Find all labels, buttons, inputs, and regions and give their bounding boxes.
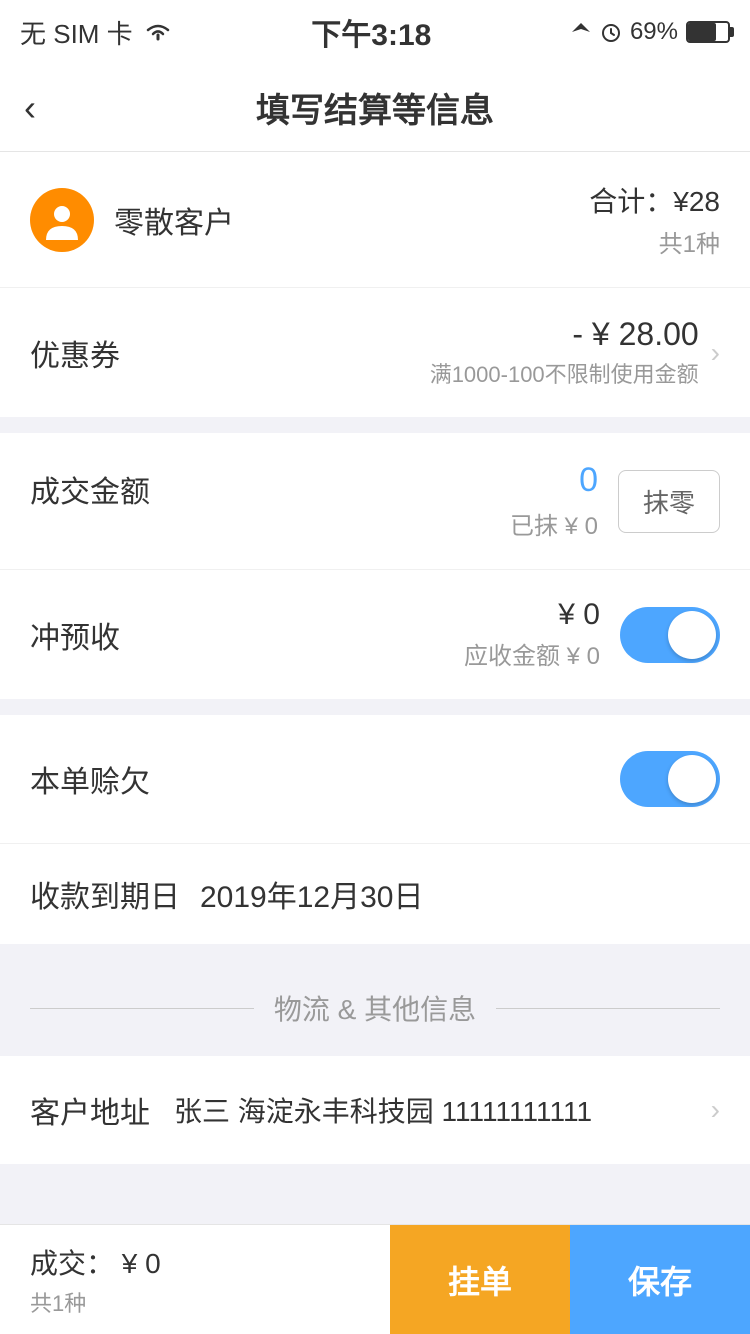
coupon-label: 优惠券: [30, 331, 120, 375]
prepay-row: 冲预收 ¥ 0 应收金额 ¥ 0: [0, 570, 750, 699]
deal-amount-label: 成交金额: [30, 461, 150, 511]
credit-section: 本单赊欠 收款到期日 2019年12月30日: [0, 715, 750, 944]
coupon-right: - ¥ 28.00 满1000-100不限制使用金额 ›: [430, 316, 720, 389]
prepay-label: 冲预收: [30, 613, 120, 657]
customer-section: 零散客户 合计：¥28 共1种 优惠券 - ¥ 28.00 满1000-100不…: [0, 152, 750, 417]
logistics-line-left: [30, 1008, 254, 1009]
status-right: 69%: [570, 18, 730, 46]
customer-row: 零散客户 合计：¥28 共1种: [0, 152, 750, 287]
page-title: 填写结算等信息: [256, 83, 494, 132]
credit-toggle-knob: [668, 755, 716, 803]
address-label: 客户地址: [30, 1088, 150, 1132]
deal-wiped-label: 已抹 ¥ 0: [510, 506, 598, 541]
status-bar: 无 SIM 卡 下午3:18 69%: [0, 0, 750, 64]
deal-right: 0 已抹 ¥ 0 抹零: [510, 461, 720, 541]
customer-left: 零散客户: [30, 188, 234, 252]
hold-button[interactable]: 挂单: [390, 1225, 570, 1334]
alarm-icon: [600, 21, 622, 43]
customer-total: 合计：¥28: [589, 180, 720, 220]
deal-section: 成交金额 0 已抹 ¥ 0 抹零 冲预收 ¥ 0 应收金额 ¥ 0: [0, 433, 750, 699]
bottom-deal-label: 成交： ¥ 0: [30, 1242, 360, 1282]
prepay-receivable-label: 应收金额 ¥ 0: [464, 636, 600, 671]
toggle-knob: [668, 611, 716, 659]
due-date-row: 收款到期日 2019年12月30日: [0, 843, 750, 944]
prepay-amount-block: ¥ 0 应收金额 ¥ 0: [464, 598, 600, 671]
battery-percent: 69%: [630, 18, 678, 46]
address-chevron-icon: ›: [711, 1094, 720, 1126]
deal-amount-block: 0 已抹 ¥ 0: [510, 461, 598, 541]
coupon-row[interactable]: 优惠券 - ¥ 28.00 满1000-100不限制使用金额 ›: [0, 287, 750, 417]
prepay-right: ¥ 0 应收金额 ¥ 0: [464, 598, 720, 671]
prepay-amount-value: ¥ 0: [464, 598, 600, 632]
customer-name: 零散客户: [114, 198, 234, 242]
coupon-description: 满1000-100不限制使用金额: [430, 357, 699, 389]
location-icon: [570, 21, 592, 43]
coupon-right-text: - ¥ 28.00 满1000-100不限制使用金额: [430, 316, 699, 389]
bottom-summary: 成交： ¥ 0 共1种: [0, 1242, 390, 1318]
nav-bar: ‹ 填写结算等信息: [0, 64, 750, 152]
coupon-chevron-icon: ›: [711, 337, 720, 369]
credit-label: 本单赊欠: [30, 757, 150, 801]
credit-row: 本单赊欠: [0, 715, 750, 843]
logistics-section: 物流 & 其他信息: [0, 960, 750, 1056]
bottom-count-label: 共1种: [30, 1286, 360, 1318]
deal-amount-row: 成交金额 0 已抹 ¥ 0 抹零: [0, 433, 750, 570]
logistics-text: 物流 & 其他信息: [274, 988, 476, 1028]
coupon-discount: - ¥ 28.00: [430, 316, 699, 353]
credit-toggle[interactable]: [620, 751, 720, 807]
bottom-bar: 成交： ¥ 0 共1种 挂单 保存: [0, 1224, 750, 1334]
customer-avatar: [30, 188, 94, 252]
signal-text: 无 SIM 卡: [20, 14, 133, 51]
due-date-label: 收款到期日: [30, 872, 180, 916]
customer-count: 共1种: [589, 224, 720, 259]
prepay-toggle[interactable]: [620, 607, 720, 663]
round-zero-button[interactable]: 抹零: [618, 470, 720, 533]
logistics-line-right: [496, 1008, 720, 1009]
customer-right: 合计：¥28 共1种: [589, 180, 720, 259]
address-row[interactable]: 客户地址 张三 海淀永丰科技园 11111111111 ›: [0, 1056, 750, 1164]
address-value: 张三 海淀永丰科技园 11111111111: [174, 1090, 711, 1130]
due-date-value[interactable]: 2019年12月30日: [200, 872, 423, 916]
status-left: 无 SIM 卡: [20, 14, 173, 51]
back-button[interactable]: ‹: [24, 87, 36, 129]
address-section: 客户地址 张三 海淀永丰科技园 11111111111 ›: [0, 1056, 750, 1164]
battery-icon: [686, 21, 730, 43]
status-time: 下午3:18: [311, 10, 431, 54]
wifi-icon: [143, 21, 173, 43]
save-button[interactable]: 保存: [570, 1225, 750, 1334]
deal-amount-value[interactable]: 0: [510, 461, 598, 500]
